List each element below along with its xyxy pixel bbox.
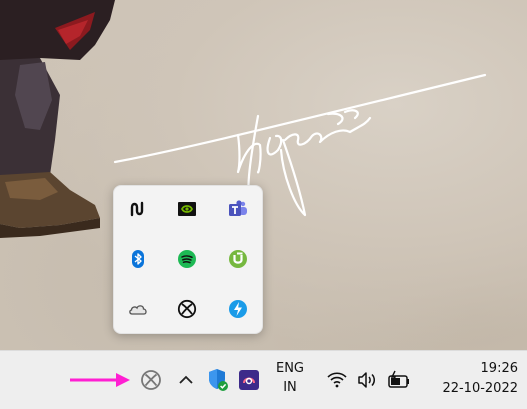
clock-time: 19:26 (480, 361, 518, 376)
bluetooth-icon[interactable] (124, 245, 152, 273)
app-tray-icon[interactable] (238, 369, 260, 391)
tray-overflow-flyout (113, 185, 263, 334)
clock-date: 22-10-2022 (442, 381, 518, 396)
nuance-n-icon[interactable] (124, 195, 152, 223)
taskbar: ENG IN 19:26 22-10-2022 (0, 350, 527, 409)
volume-icon (358, 372, 375, 388)
xbox-tray-icon[interactable] (139, 368, 163, 392)
nvidia-icon[interactable] (173, 195, 201, 223)
wallpaper-signature (113, 73, 487, 217)
desktop-wallpaper (0, 0, 527, 350)
battery-charging-icon (388, 370, 409, 388)
teams-icon[interactable] (224, 195, 252, 223)
clock[interactable]: 19:26 22-10-2022 (420, 359, 518, 399)
quick-settings-button[interactable] (322, 369, 418, 393)
annotation-arrow-icon (70, 373, 130, 387)
onedrive-icon[interactable] (124, 295, 152, 323)
show-hidden-icons-button[interactable] (174, 368, 198, 392)
language-indicator[interactable]: ENG IN (270, 359, 310, 397)
language-region: IN (283, 380, 297, 395)
windows-security-icon[interactable] (206, 367, 230, 393)
wifi-icon (327, 372, 347, 388)
utorrent-icon[interactable] (224, 245, 252, 273)
chevron-up-icon (179, 375, 193, 384)
onedrive-thunder-icon[interactable] (224, 295, 252, 323)
language-code: ENG (275, 361, 304, 376)
xbox-icon[interactable] (173, 295, 201, 323)
spotify-icon[interactable] (173, 245, 201, 273)
